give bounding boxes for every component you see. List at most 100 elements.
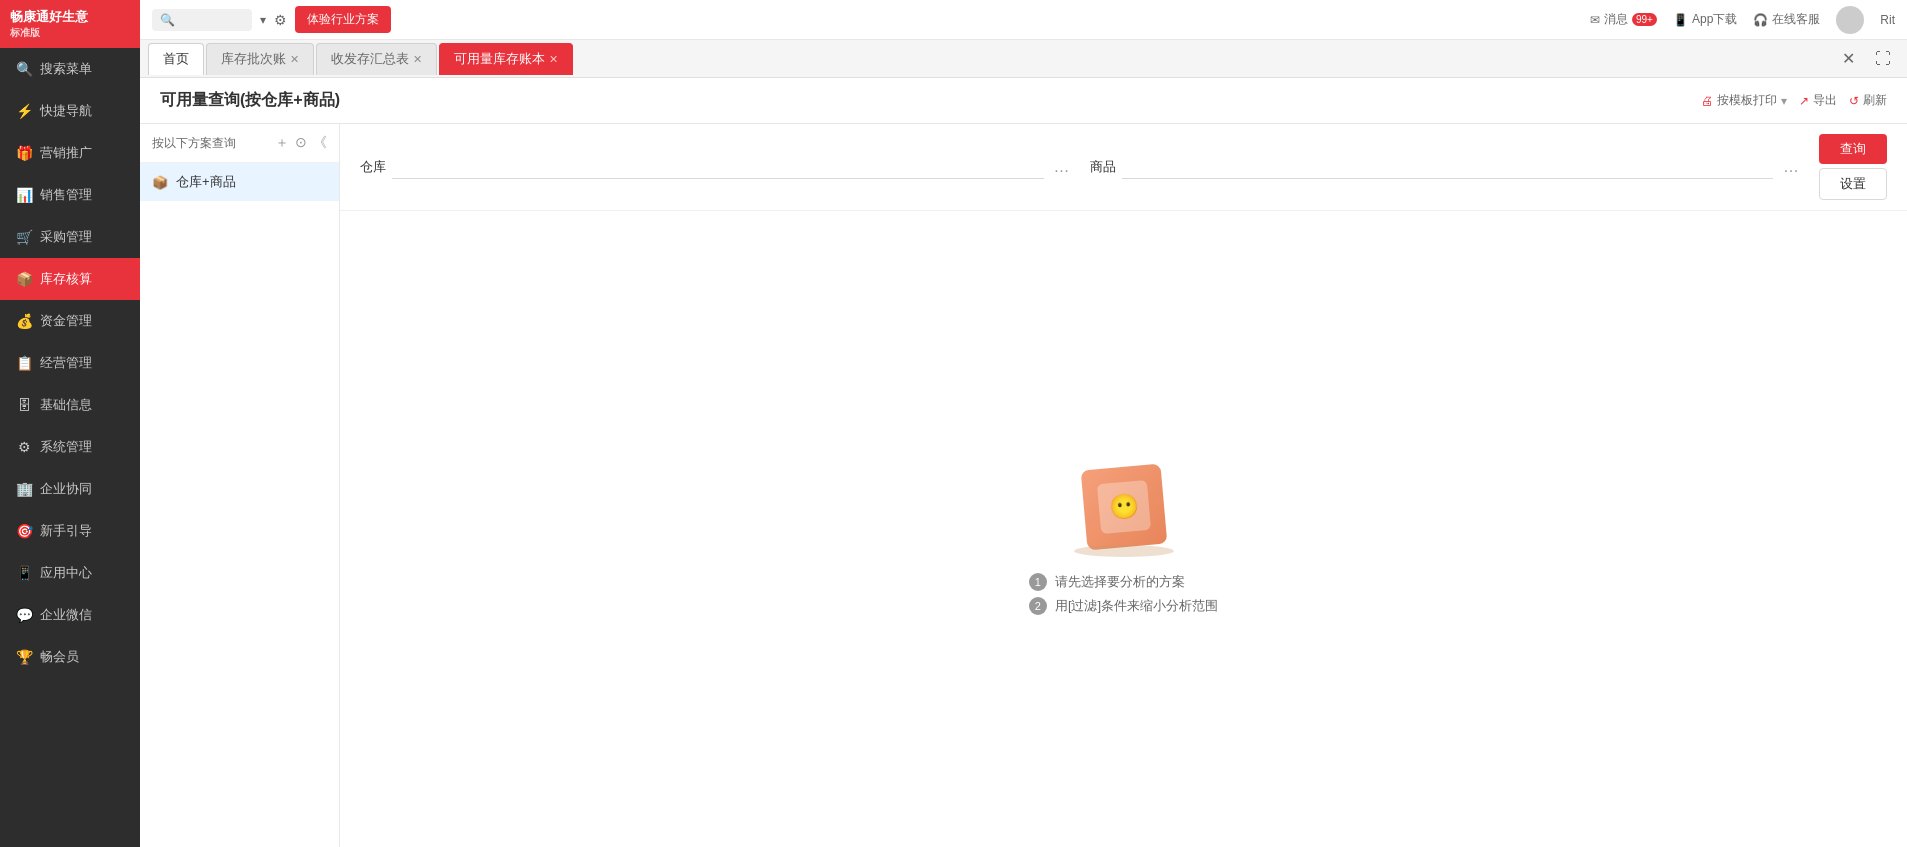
product-filter-field: 商品 …: [1090, 155, 1804, 179]
sidebar-item-operation[interactable]: 📋 经营管理: [0, 342, 140, 384]
building-icon: 🏢: [16, 481, 32, 497]
empty-step-2: 2 用[过滤]条件来缩小分析范围: [1029, 597, 1218, 615]
export-btn[interactable]: ↗ 导出: [1799, 92, 1837, 109]
main-area: 🔍 ▾ ⚙ 体验行业方案 ✉ 消息 99+ 📱 App下载 🎧 在线客服 Rit: [140, 0, 1907, 847]
topbar-app-download[interactable]: 📱 App下载: [1673, 11, 1737, 28]
sidebar-item-quicknav[interactable]: ⚡ 快捷导航: [0, 90, 140, 132]
tab-expand-button[interactable]: ⛶: [1867, 46, 1899, 72]
search-icon: 🔍: [160, 13, 175, 27]
sidebar-item-label: 新手引导: [40, 522, 92, 540]
topbar-search[interactable]: 🔍: [152, 9, 252, 31]
settings-btn[interactable]: 设置: [1819, 168, 1887, 200]
product-input[interactable]: [1122, 155, 1774, 179]
gear-icon: ⚙: [16, 439, 32, 455]
settings-icon[interactable]: ⊙: [295, 134, 307, 152]
topbar-dropdown[interactable]: ▾: [260, 13, 266, 27]
print-template-btn[interactable]: 🖨 按模板打印 ▾: [1701, 92, 1787, 109]
warehouse-label: 仓库: [360, 158, 386, 176]
empty-illustration: 😶: [1064, 437, 1184, 557]
collapse-icon[interactable]: 《: [313, 134, 327, 152]
chat-icon: 💬: [16, 607, 32, 623]
filter-row: 仓库 … 商品 … 查询 设置: [340, 124, 1907, 211]
topbar-messages[interactable]: ✉ 消息 99+: [1590, 11, 1657, 28]
sidebar-item-system[interactable]: ⚙ 系统管理: [0, 426, 140, 468]
sidebar-item-marketing[interactable]: 🎁 营销推广: [0, 132, 140, 174]
money-icon: 💰: [16, 313, 32, 329]
lightning-icon: ⚡: [16, 103, 32, 119]
sidebar-item-label: 经营管理: [40, 354, 92, 372]
step-1-text: 请先选择要分析的方案: [1055, 573, 1185, 591]
filter-panel: 按以下方案查询 ＋ ⊙ 《 📦 仓库+商品: [140, 124, 340, 847]
sidebar-item-member[interactable]: 🏆 畅会员: [0, 636, 140, 678]
sidebar-item-purchase[interactable]: 🛒 采购管理: [0, 216, 140, 258]
close-icon[interactable]: ✕: [413, 53, 422, 66]
tab-close-button[interactable]: ✕: [1834, 45, 1863, 72]
topbar-online-service[interactable]: 🎧 在线客服: [1753, 11, 1820, 28]
filter-item-warehouse-product[interactable]: 📦 仓库+商品: [140, 163, 339, 201]
search-icon: 🔍: [16, 61, 32, 77]
product-more-btn[interactable]: …: [1779, 158, 1803, 176]
tab-home[interactable]: 首页: [148, 43, 204, 75]
username: Rit: [1880, 13, 1895, 27]
step-number-1: 1: [1029, 573, 1047, 591]
topbar: 🔍 ▾ ⚙ 体验行业方案 ✉ 消息 99+ 📱 App下载 🎧 在线客服 Rit: [140, 0, 1907, 40]
page-title: 可用量查询(按仓库+商品): [160, 90, 340, 111]
sidebar-item-label: 基础信息: [40, 396, 92, 414]
sidebar-item-label: 系统管理: [40, 438, 92, 456]
sidebar-item-label: 营销推广: [40, 144, 92, 162]
warehouse-more-btn[interactable]: …: [1050, 158, 1074, 176]
sidebar-item-label: 采购管理: [40, 228, 92, 246]
close-icon[interactable]: ✕: [549, 53, 558, 66]
sidebar-item-sales[interactable]: 📊 销售管理: [0, 174, 140, 216]
box-shadow: [1074, 545, 1174, 557]
content-area: 按以下方案查询 ＋ ⊙ 《 📦 仓库+商品 仓库 …: [140, 124, 1907, 847]
step-number-2: 2: [1029, 597, 1047, 615]
close-icon[interactable]: ✕: [290, 53, 299, 66]
sidebar-item-label: 资金管理: [40, 312, 92, 330]
query-btn[interactable]: 查询: [1819, 134, 1887, 164]
print-label: 按模板打印: [1717, 92, 1777, 109]
export-icon: ↗: [1799, 94, 1809, 108]
tab-available[interactable]: 可用量库存账本 ✕: [439, 43, 573, 75]
sidebar: 畅康通好生意 标准版 🔍 搜索菜单 ⚡ 快捷导航 🎁 营销推广 📊 销售管理 🛒…: [0, 0, 140, 847]
filter-header-actions: ＋ ⊙ 《: [275, 134, 327, 152]
app-edition: 标准版: [10, 26, 40, 40]
filter-header-label: 按以下方案查询: [152, 135, 236, 152]
sidebar-item-enterprise[interactable]: 🏢 企业协同: [0, 468, 140, 510]
filter-header: 按以下方案查询 ＋ ⊙ 《: [140, 124, 339, 163]
sidebar-item-label: 快捷导航: [40, 102, 92, 120]
sidebar-item-search[interactable]: 🔍 搜索菜单: [0, 48, 140, 90]
box-illustration: 😶: [1080, 464, 1167, 551]
industry-btn[interactable]: 体验行业方案: [295, 6, 391, 33]
filter-item-label: 仓库+商品: [176, 173, 236, 191]
clipboard-icon: 📋: [16, 355, 32, 371]
topbar-gear-icon[interactable]: ⚙: [274, 12, 287, 28]
refresh-icon: ↺: [1849, 94, 1859, 108]
msg-badge: 99+: [1632, 13, 1657, 26]
box-face: 😶: [1096, 480, 1150, 534]
target-icon: 🎯: [16, 523, 32, 539]
warehouse-input[interactable]: [392, 155, 1044, 179]
refresh-label: 刷新: [1863, 92, 1887, 109]
sidebar-item-label: 销售管理: [40, 186, 92, 204]
sidebar-item-label: 企业微信: [40, 606, 92, 624]
tab-summary[interactable]: 收发存汇总表 ✕: [316, 43, 437, 75]
sidebar-item-wechat[interactable]: 💬 企业微信: [0, 594, 140, 636]
cart-icon: 🛒: [16, 229, 32, 245]
tab-batch[interactable]: 库存批次账 ✕: [206, 43, 314, 75]
sidebar-item-inventory[interactable]: 📦 库存核算: [0, 258, 140, 300]
app-name: 畅康通好生意: [10, 8, 88, 26]
main-panel: 仓库 … 商品 … 查询 设置 😶: [340, 124, 1907, 847]
database-icon: 🗄: [16, 397, 32, 413]
empty-steps: 1 请先选择要分析的方案 2 用[过滤]条件来缩小分析范围: [1029, 573, 1218, 621]
chevron-down-icon: ▾: [1781, 94, 1787, 108]
add-icon[interactable]: ＋: [275, 134, 289, 152]
step-2-text: 用[过滤]条件来缩小分析范围: [1055, 597, 1218, 615]
refresh-btn[interactable]: ↺ 刷新: [1849, 92, 1887, 109]
sidebar-item-basic[interactable]: 🗄 基础信息: [0, 384, 140, 426]
trophy-icon: 🏆: [16, 649, 32, 665]
sidebar-item-newbie[interactable]: 🎯 新手引导: [0, 510, 140, 552]
sidebar-item-appcenter[interactable]: 📱 应用中心: [0, 552, 140, 594]
sidebar-item-finance[interactable]: 💰 资金管理: [0, 300, 140, 342]
headset-icon: 🎧: [1753, 13, 1768, 27]
